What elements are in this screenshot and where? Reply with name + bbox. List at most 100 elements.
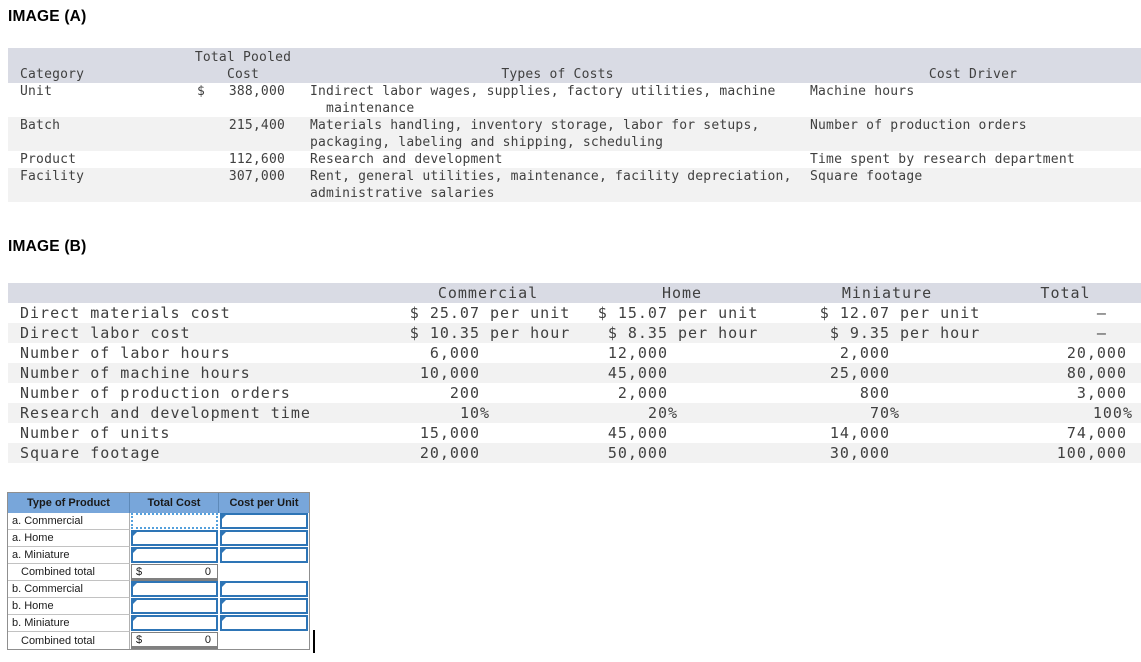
- worksheet-row: Combined total $ 0: [8, 632, 309, 649]
- total-amount: 100,000: [1056, 444, 1127, 462]
- category-cell: Batch: [20, 118, 61, 133]
- home-unit-suffix: per unit: [668, 304, 759, 322]
- miniature-value-cell: 30,000: [776, 443, 998, 463]
- home-value-cell: 2,000: [588, 383, 776, 403]
- worksheet-row-label: Combined total: [8, 632, 130, 649]
- activity-cost-pool-table: Category Total Pooled Cost Types of Cost…: [8, 48, 1141, 202]
- total-cost-column-cell: [130, 615, 219, 632]
- home-column-header: Home: [661, 284, 703, 302]
- cost-per-unit-column-cell: [219, 547, 309, 564]
- commercial-value-cell: 200: [388, 383, 588, 403]
- cost-per-unit-input[interactable]: [220, 530, 308, 546]
- total-cost-input[interactable]: [131, 547, 218, 563]
- cost-driver-cell: Square footage: [810, 169, 923, 184]
- miniature-amount: $ 9.35: [829, 324, 890, 342]
- total-pooled-cost-header-line2: Cost: [226, 67, 260, 82]
- commercial-amount: 6,000: [429, 344, 480, 362]
- total-cost-input[interactable]: [131, 581, 218, 597]
- worksheet-row-label: Combined total: [8, 564, 130, 581]
- miniature-amount: 2,000: [839, 344, 890, 362]
- total-value-cell: 100%: [998, 403, 1133, 423]
- cost-per-unit-input[interactable]: [220, 581, 308, 597]
- total-amount: 100: [1092, 404, 1123, 422]
- total-cost-column-cell: [130, 530, 219, 547]
- dollar-sign: $: [197, 84, 206, 99]
- category-column-header: Category: [20, 67, 85, 82]
- activity-cost-pool-row: Product 112,600 Research and development…: [8, 151, 1141, 168]
- product-data-row: Direct materials cost $ 25.07 per unit $…: [8, 303, 1141, 323]
- commercial-unit-suffix: %: [480, 404, 491, 422]
- home-amount: $ 15.07: [597, 304, 668, 322]
- worksheet-row: a. Miniature: [8, 547, 309, 564]
- miniature-unit-suffix: %: [890, 404, 901, 422]
- pooled-cost-amount: 388,000: [228, 84, 285, 99]
- commercial-unit-suffix: per hour: [480, 324, 571, 342]
- cost-per-unit-input[interactable]: [220, 547, 308, 563]
- worksheet-row: Combined total $ 0: [8, 564, 309, 581]
- total-cost-column-cell: [130, 547, 219, 564]
- image-b-title: IMAGE (B): [8, 238, 87, 255]
- total-cost-input[interactable]: [131, 615, 218, 631]
- home-amount: 12,000: [607, 344, 668, 362]
- type-of-product-header: Type of Product: [8, 493, 130, 513]
- cost-per-unit-input[interactable]: [220, 513, 308, 529]
- total-column-header: Total: [1040, 284, 1091, 302]
- types-of-costs-column-header: Types of Costs: [501, 67, 614, 82]
- worksheet-row: a. Home: [8, 530, 309, 547]
- activity-cost-pool-table-header: Category Total Pooled Cost Types of Cost…: [8, 48, 1141, 83]
- product-data-row: Number of production orders 200 2,000 80…: [8, 383, 1141, 403]
- cost-per-unit-column-cell: [219, 632, 309, 649]
- worksheet-row-label: b. Home: [8, 598, 130, 615]
- commercial-value-cell: 10,000: [388, 363, 588, 383]
- miniature-amount: 25,000: [829, 364, 890, 382]
- row-label-cell: Number of labor hours: [20, 344, 231, 362]
- activity-cost-pool-rows: Unit $ 388,000 Indirect labor wages, sup…: [8, 83, 1141, 202]
- commercial-amount: $ 10.35: [409, 324, 480, 342]
- total-cost-column-cell: [130, 598, 219, 615]
- total-pooled-cost-column-header: Total Pooled Cost: [193, 48, 293, 83]
- types-of-costs-cell: Indirect labor wages, supplies, factory …: [293, 83, 805, 117]
- worksheet-row-label-text: Combined total: [21, 566, 95, 578]
- home-unit-suffix: %: [668, 404, 679, 422]
- total-amount: 20,000: [1066, 344, 1127, 362]
- commercial-value-cell: $ 10.35 per hour: [388, 323, 588, 343]
- miniature-value-cell: $ 12.07 per unit: [776, 303, 998, 323]
- worksheet-row: a. Commercial: [8, 513, 309, 530]
- cost-per-unit-column-cell: [219, 530, 309, 547]
- worksheet-row: b. Miniature: [8, 615, 309, 632]
- total-pooled-cost-header-line1: Total Pooled: [194, 50, 292, 65]
- worksheet-row-label-text: Combined total: [21, 634, 95, 647]
- total-cost-input[interactable]: [131, 530, 218, 546]
- miniature-amount: $ 12.07: [819, 304, 890, 322]
- total-cost-input[interactable]: [131, 598, 218, 614]
- combined-total-dollar-sign: $: [136, 565, 143, 578]
- total-pooled-cost-cell: 215,400: [193, 117, 293, 151]
- home-value-cell: 20%: [588, 403, 776, 423]
- commercial-amount: 10: [459, 404, 480, 422]
- cost-per-unit-input[interactable]: [220, 598, 308, 614]
- worksheet-header-row: Type of Product Total Cost Cost per Unit: [8, 493, 309, 513]
- commercial-amount: 15,000: [419, 424, 480, 442]
- pooled-cost-amount: 112,600: [228, 152, 285, 167]
- home-amount: 20: [647, 404, 668, 422]
- worksheet-row-label-text: a. Commercial: [12, 515, 83, 527]
- total-pooled-cost-cell: 307,000: [193, 168, 293, 202]
- row-label-cell: Direct labor cost: [20, 324, 191, 342]
- commercial-value-cell: 20,000: [388, 443, 588, 463]
- combined-total-cost-cell: $ 0: [131, 564, 218, 581]
- total-value-cell: 100,000: [998, 443, 1133, 463]
- miniature-value-cell: 25,000: [776, 363, 998, 383]
- worksheet-row-label-text: b. Home: [12, 600, 54, 612]
- commercial-value-cell: 15,000: [388, 423, 588, 443]
- total-cost-input[interactable]: [131, 513, 218, 529]
- miniature-value-cell: 800: [776, 383, 998, 403]
- product-data-row: Number of units 15,000 45,000 14,000 74,…: [8, 423, 1141, 443]
- home-value-cell: $ 15.07 per unit: [588, 303, 776, 323]
- total-amount: 74,000: [1066, 424, 1127, 442]
- row-label-cell: Number of machine hours: [20, 364, 251, 382]
- commercial-amount: $ 25.07: [409, 304, 480, 322]
- product-data-row: Number of machine hours 10,000 45,000 25…: [8, 363, 1141, 383]
- cost-per-unit-input[interactable]: [220, 615, 308, 631]
- total-value-cell: 3,000: [998, 383, 1133, 403]
- home-amount: 45,000: [607, 364, 668, 382]
